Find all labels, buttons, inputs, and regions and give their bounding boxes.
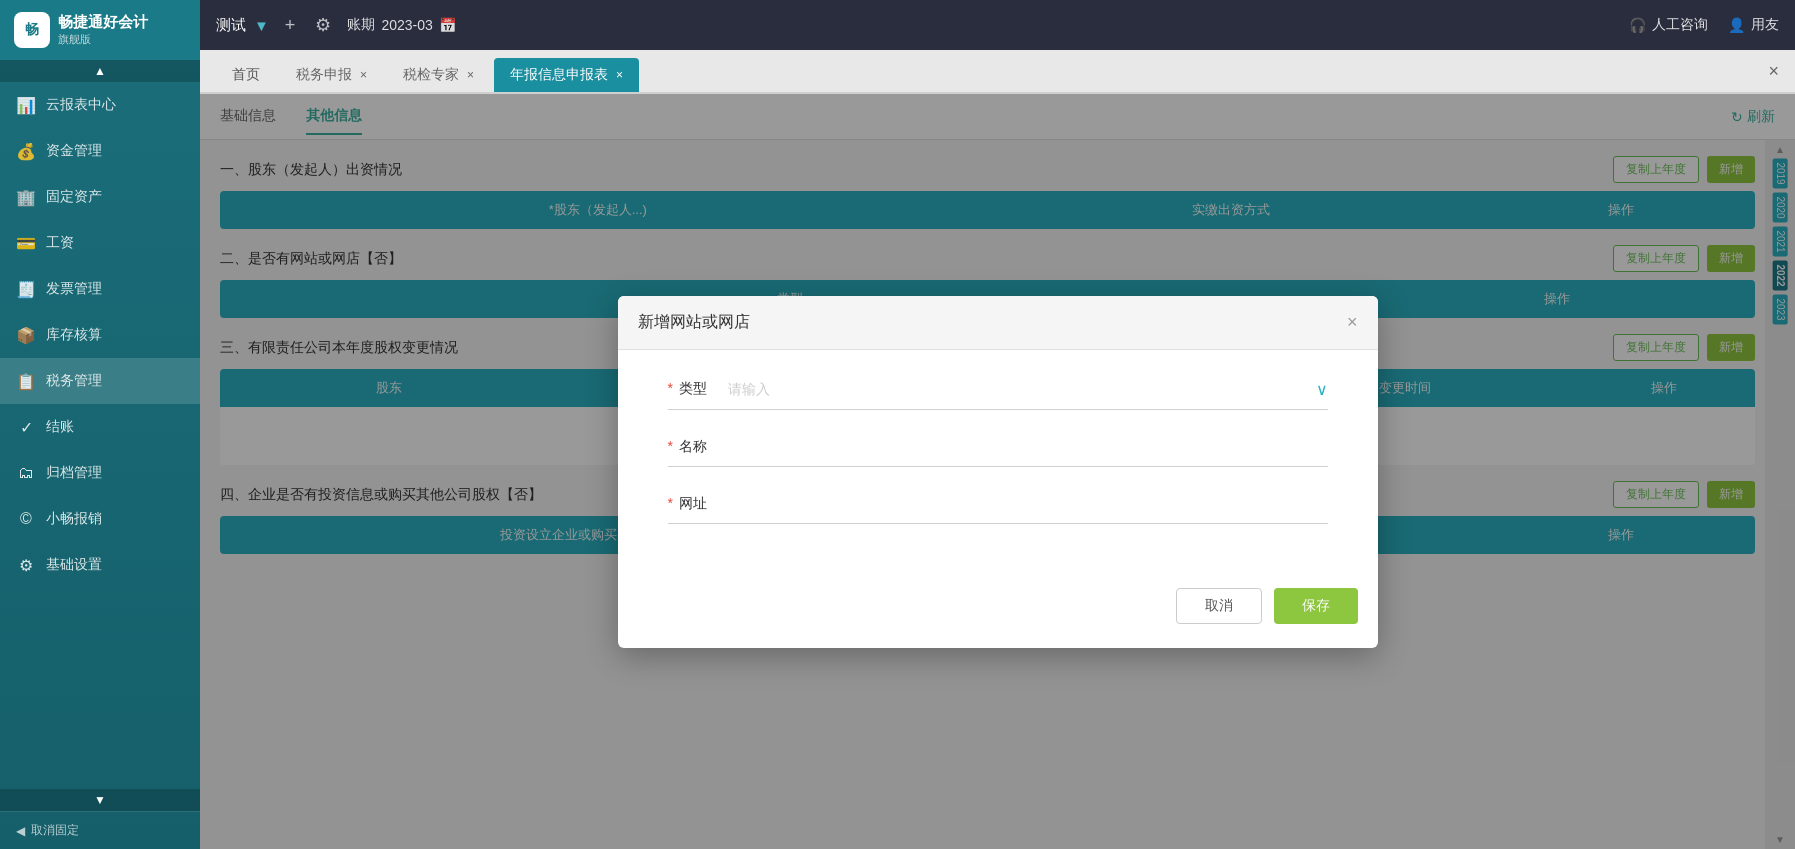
tabbar: 首页 税务申报 × 税检专家 × 年报信息申报表 × × [200, 50, 1795, 94]
modal-close-button[interactable]: × [1347, 312, 1358, 333]
content-area: 基础信息 其他信息 ↻ 刷新 一、股东（发起人）出资情况 复制上年度 [200, 94, 1795, 849]
tab-tax-expert-label: 税检专家 [403, 66, 459, 84]
url-input[interactable] [728, 496, 1328, 512]
basic-settings-icon: ⚙ [16, 555, 36, 575]
sidebar-item-label: 税务管理 [46, 372, 102, 390]
modal-add-website: 新增网站或网店 × * 类型 ∨ [618, 296, 1378, 648]
inventory-icon: 📦 [16, 325, 36, 345]
tab-tax-report-label: 税务申报 [296, 66, 352, 84]
close-all-button[interactable]: × [1768, 61, 1779, 82]
dropdown-arrow-icon: ▼ [254, 17, 269, 34]
period-display: 账期 2023-03 📅 [347, 16, 455, 34]
small-report-icon: © [16, 509, 36, 529]
url-field: * 网址 [668, 495, 1328, 524]
pin-icon: ◀ [16, 824, 25, 838]
user-icon: 👤 [1728, 17, 1745, 33]
sidebar-item-label: 基础设置 [46, 556, 102, 574]
settings-icon[interactable]: ⚙ [311, 10, 335, 40]
modal-footer: 取消 保存 [618, 572, 1378, 648]
name-field: * 名称 [668, 438, 1328, 467]
company-name: 测试 [216, 16, 246, 35]
user-label: 用友 [1751, 16, 1779, 34]
sidebar-item-label: 固定资产 [46, 188, 102, 206]
invoice-icon: 🧾 [16, 279, 36, 299]
logo-icon: 畅 [14, 12, 50, 48]
sidebar-item-label: 结账 [46, 418, 74, 436]
cancel-button[interactable]: 取消 [1176, 588, 1262, 624]
sidebar-item-basic-settings[interactable]: ⚙ 基础设置 [0, 542, 200, 588]
pin-label: 取消固定 [31, 822, 79, 839]
modal-title: 新增网站或网店 [638, 312, 750, 333]
type-label: * 类型 [668, 380, 728, 398]
sidebar-scroll-down[interactable]: ▼ [0, 789, 200, 811]
period-label: 账期 [347, 16, 375, 34]
sidebar-nav: 📊 云报表中心 💰 资金管理 🏢 固定资产 💳 工资 🧾 发票管理 📦 库存核算… [0, 82, 200, 789]
url-label: * 网址 [668, 495, 728, 513]
sidebar-item-label: 发票管理 [46, 280, 102, 298]
sidebar-logo[interactable]: 畅 畅捷通好会计 旗舰版 [0, 0, 200, 60]
checkout-icon: ✓ [16, 417, 36, 437]
sidebar-item-label: 资金管理 [46, 142, 102, 160]
modal-overlay: 新增网站或网店 × * 类型 ∨ [200, 94, 1795, 849]
topbar: 测试 ▼ + ⚙ 账期 2023-03 📅 🎧 人工咨询 👤 用友 [200, 0, 1795, 50]
period-value: 2023-03 [381, 17, 432, 33]
topbar-right: 🎧 人工咨询 👤 用友 [1629, 16, 1779, 34]
company-selector[interactable]: 测试 ▼ [216, 16, 269, 35]
tab-home-label: 首页 [232, 66, 260, 84]
sidebar-item-invoice[interactable]: 🧾 发票管理 [0, 266, 200, 312]
tab-tax-expert-close[interactable]: × [467, 68, 474, 82]
sidebar-scroll-up[interactable]: ▲ [0, 60, 200, 82]
tab-annual-report[interactable]: 年报信息申报表 × [494, 58, 639, 92]
type-input[interactable] [728, 381, 1316, 397]
sidebar-item-label: 工资 [46, 234, 74, 252]
sidebar-item-fund-mgmt[interactable]: 💰 资金管理 [0, 128, 200, 174]
help-button[interactable]: 🎧 人工咨询 [1629, 16, 1708, 34]
sidebar-item-label: 云报表中心 [46, 96, 116, 114]
tab-tax-expert[interactable]: 税检专家 × [387, 58, 490, 92]
name-input[interactable] [728, 439, 1328, 455]
sidebar-item-checkout[interactable]: ✓ 结账 [0, 404, 200, 450]
sidebar-pin-toggle[interactable]: ◀ 取消固定 [0, 811, 200, 849]
tab-home[interactable]: 首页 [216, 58, 276, 92]
logo-subtitle: 旗舰版 [58, 32, 148, 47]
sidebar-item-fixed-assets[interactable]: 🏢 固定资产 [0, 174, 200, 220]
tab-annual-report-close[interactable]: × [616, 68, 623, 82]
save-button[interactable]: 保存 [1274, 588, 1358, 624]
fund-mgmt-icon: 💰 [16, 141, 36, 161]
sidebar-item-label: 归档管理 [46, 464, 102, 482]
payroll-icon: 💳 [16, 233, 36, 253]
sidebar-item-inventory[interactable]: 📦 库存核算 [0, 312, 200, 358]
fixed-assets-icon: 🏢 [16, 187, 36, 207]
sidebar-item-label: 小畅报销 [46, 510, 102, 528]
logo-title: 畅捷通好会计 [58, 13, 148, 32]
tab-tax-report-close[interactable]: × [360, 68, 367, 82]
type-field: * 类型 ∨ [668, 380, 1328, 410]
archive-icon: 🗂 [16, 463, 36, 483]
add-button[interactable]: + [281, 11, 300, 40]
main-area: 测试 ▼ + ⚙ 账期 2023-03 📅 🎧 人工咨询 👤 用友 首页 税务申… [200, 0, 1795, 849]
user-button[interactable]: 👤 用友 [1728, 16, 1779, 34]
headset-icon: 🎧 [1629, 17, 1646, 33]
sidebar-item-tax-mgmt[interactable]: 📋 税务管理 [0, 358, 200, 404]
sidebar-item-cloud-report[interactable]: 📊 云报表中心 [0, 82, 200, 128]
help-label: 人工咨询 [1652, 16, 1708, 34]
sidebar-item-small-report[interactable]: © 小畅报销 [0, 496, 200, 542]
sidebar-item-payroll[interactable]: 💳 工资 [0, 220, 200, 266]
name-label: * 名称 [668, 438, 728, 456]
tab-tax-report[interactable]: 税务申报 × [280, 58, 383, 92]
sidebar-item-archive[interactable]: 🗂 归档管理 [0, 450, 200, 496]
modal-body: * 类型 ∨ * 名称 [618, 350, 1378, 572]
tab-annual-report-label: 年报信息申报表 [510, 66, 608, 84]
calendar-icon[interactable]: 📅 [439, 17, 456, 33]
type-dropdown-icon[interactable]: ∨ [1316, 380, 1328, 399]
sidebar: 畅 畅捷通好会计 旗舰版 ▲ 📊 云报表中心 💰 资金管理 🏢 固定资产 💳 工… [0, 0, 200, 849]
modal-header: 新增网站或网店 × [618, 296, 1378, 350]
sidebar-item-label: 库存核算 [46, 326, 102, 344]
cloud-report-icon: 📊 [16, 95, 36, 115]
tax-mgmt-icon: 📋 [16, 371, 36, 391]
